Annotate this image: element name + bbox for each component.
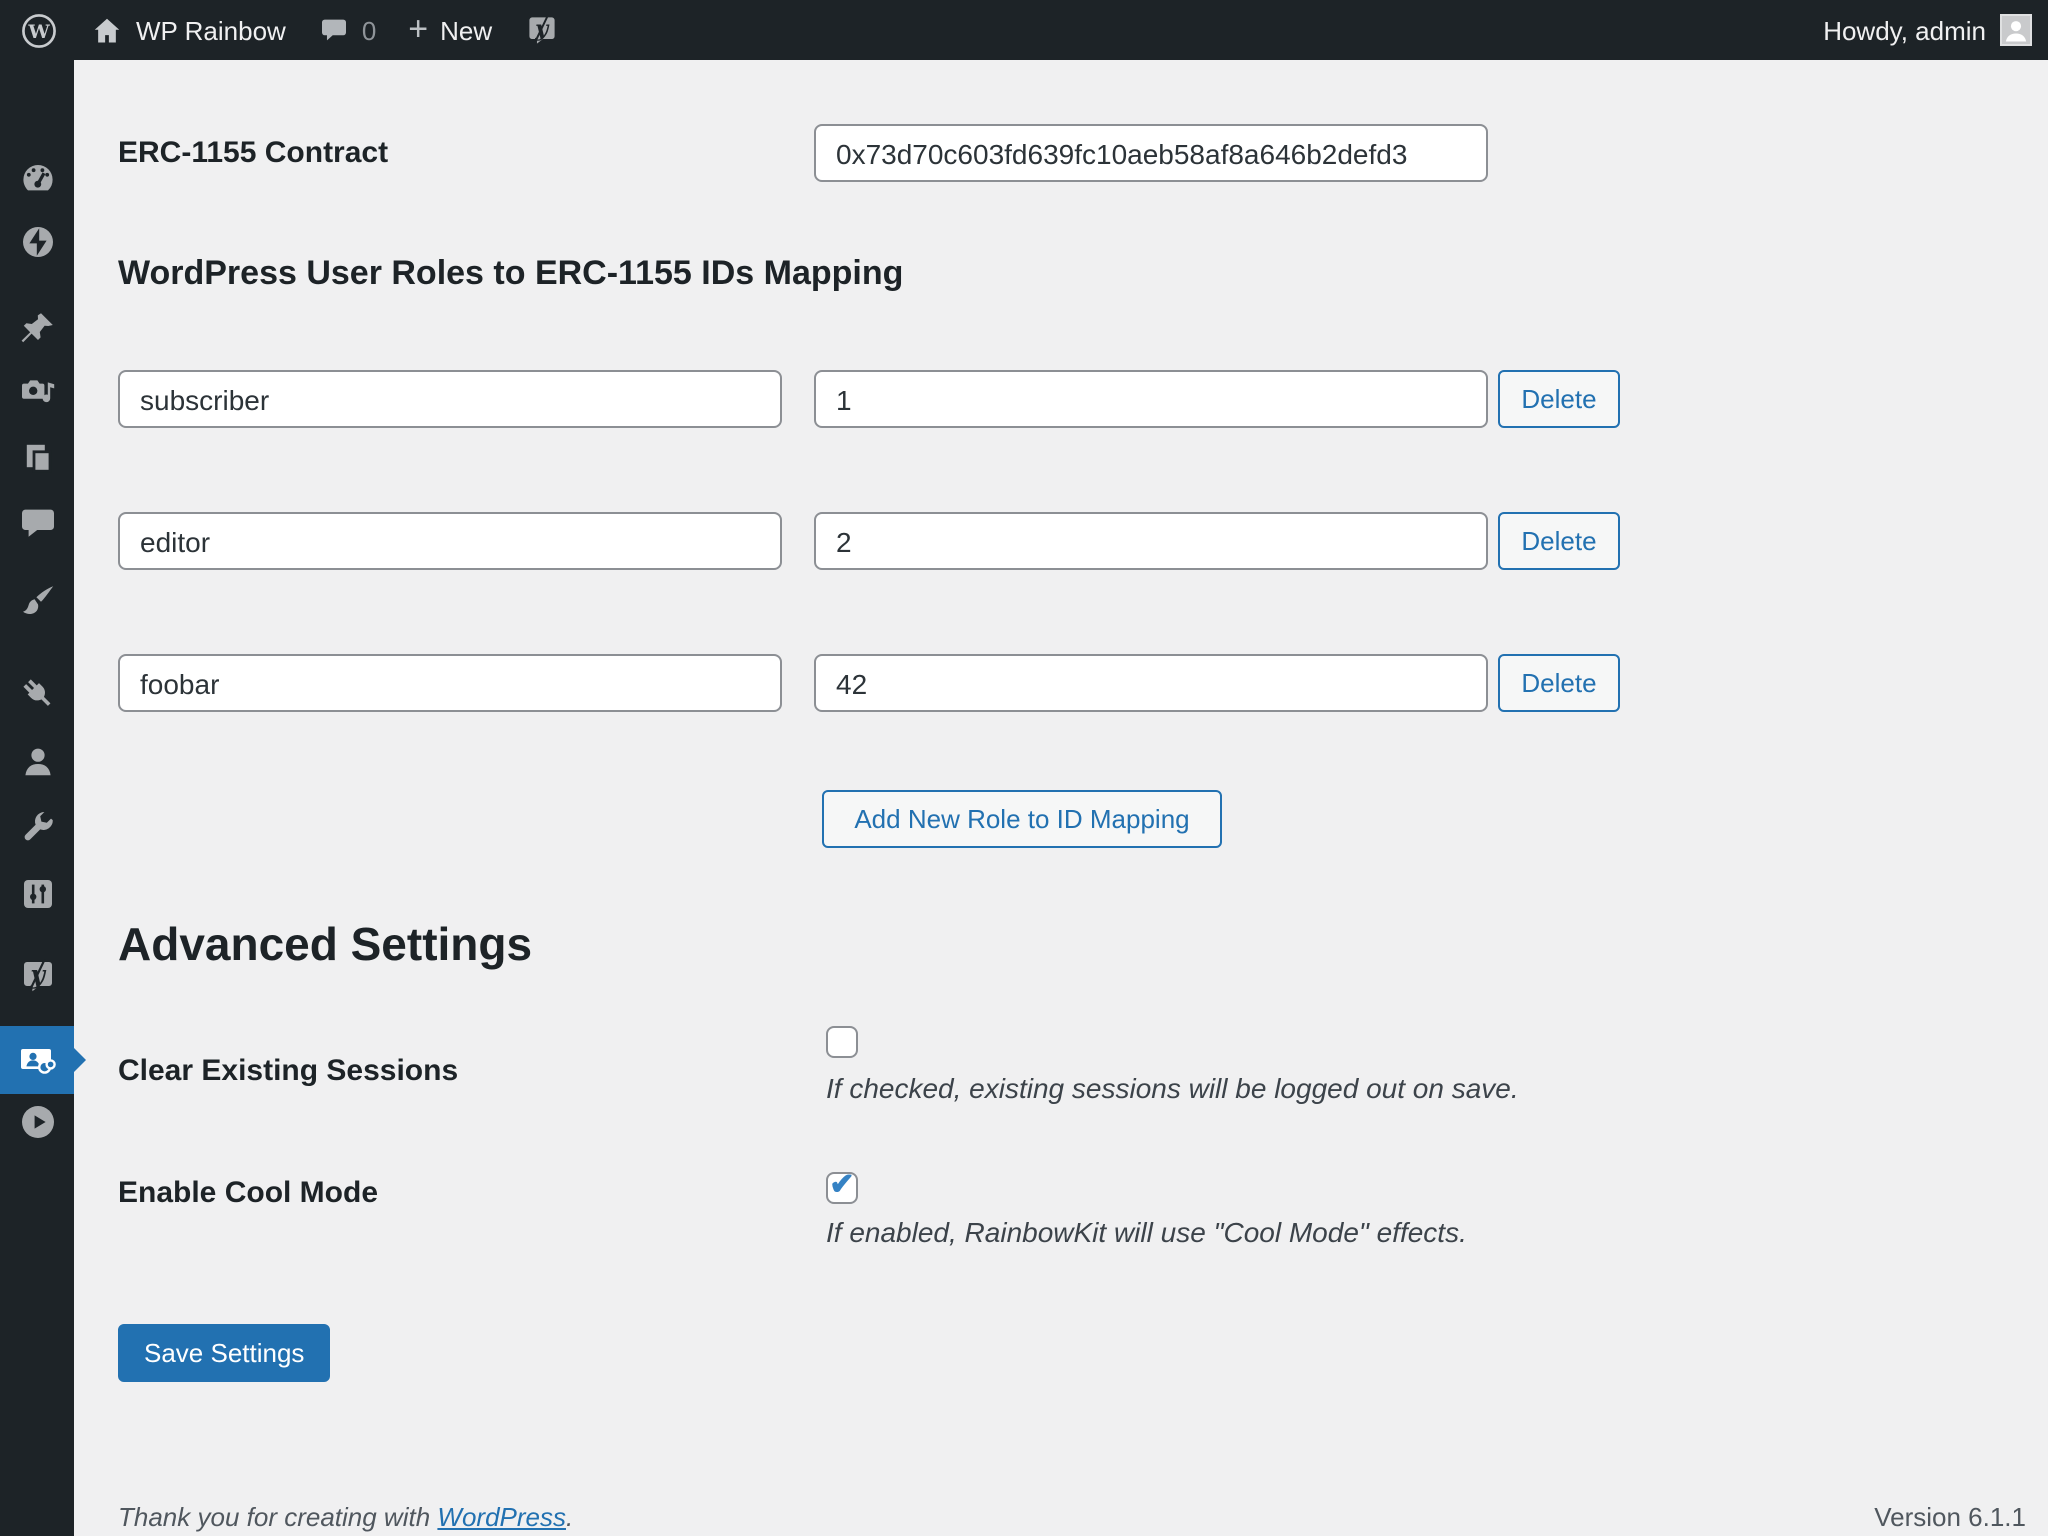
cool-mode-label: Enable Cool Mode [118, 1176, 379, 1210]
clear-sessions-help: If checked, existing sessions will be lo… [826, 1072, 1519, 1104]
sidebar-item-posts[interactable] [0, 294, 74, 362]
wordpress-admin-page: W WP Rainbow 0 + New Howdy, admin ERC-11… [0, 0, 2048, 1536]
sidebar-item-jetpack[interactable] [0, 208, 74, 276]
my-account-menu[interactable]: Howdy, admin [1823, 0, 2048, 60]
yoast-admin-bar-menu[interactable]: y [508, 0, 576, 60]
svg-text:W: W [27, 20, 50, 42]
cool-mode-help: If enabled, RainbowKit will use "Cool Mo… [826, 1216, 1467, 1248]
home-icon [90, 13, 124, 47]
role-id-input[interactable] [814, 370, 1488, 428]
sidebar-item-pages[interactable] [0, 424, 74, 492]
new-label: New [440, 15, 493, 45]
active-menu-arrow-icon [74, 1048, 86, 1072]
sidebar-item-users[interactable] [0, 728, 74, 796]
delete-row-button[interactable]: Delete [1498, 370, 1620, 428]
checkmark-icon: ✔ [829, 1168, 855, 1202]
sidebar-item-plugins[interactable] [0, 660, 74, 728]
role-id-input[interactable] [814, 512, 1488, 570]
sidebar-item-comments[interactable] [0, 488, 74, 556]
site-menu[interactable]: WP Rainbow [74, 0, 302, 60]
sidebar-item-wp-rainbow[interactable] [0, 1026, 86, 1094]
advanced-settings-heading: Advanced Settings [118, 918, 533, 970]
admin-menu-sidebar: y [0, 60, 86, 1536]
wordpress-logo-menu[interactable]: W [0, 0, 74, 60]
delete-row-button[interactable]: Delete [1498, 512, 1620, 570]
new-content-menu[interactable]: + New [392, 0, 508, 60]
comments-menu[interactable]: 0 [302, 0, 392, 60]
avatar [2000, 14, 2032, 46]
role-input[interactable] [118, 370, 782, 428]
cool-mode-checkbox[interactable]: ✔ [826, 1168, 858, 1204]
delete-row-button[interactable]: Delete [1498, 654, 1620, 712]
howdy-text: Howdy, admin [1823, 15, 1986, 45]
sidebar-item-dashboard[interactable] [0, 144, 74, 212]
wordpress-logo-icon: W [20, 11, 58, 49]
comments-count: 0 [361, 15, 377, 45]
footer-thanks-suffix: . [566, 1502, 574, 1532]
sidebar-item-settings[interactable] [0, 860, 74, 928]
plus-icon: + [408, 9, 429, 47]
contract-field-label: ERC-1155 Contract [118, 136, 389, 170]
role-id-input[interactable] [814, 654, 1488, 712]
save-settings-button[interactable]: Save Settings [118, 1324, 331, 1382]
add-mapping-button[interactable]: Add New Role to ID Mapping [822, 790, 1222, 848]
clear-sessions-label: Clear Existing Sessions [118, 1054, 459, 1088]
sidebar-item-videos[interactable] [0, 1088, 74, 1156]
clear-sessions-checkbox[interactable]: ✔ [826, 1026, 858, 1058]
role-input[interactable] [118, 654, 782, 712]
footer-thanks: Thank you for creating with WordPress. [118, 1502, 573, 1532]
sidebar-item-tools[interactable] [0, 794, 74, 862]
footer-thanks-prefix: Thank you for creating with [118, 1502, 438, 1532]
yoast-icon: y [524, 12, 560, 48]
sidebar-item-yoast-seo[interactable]: y [0, 942, 74, 1010]
mapping-section-heading: WordPress User Roles to ERC-1155 IDs Map… [118, 254, 904, 292]
wordpress-link[interactable]: WordPress [437, 1502, 566, 1532]
sidebar-item-media[interactable] [0, 358, 74, 426]
admin-bar: W WP Rainbow 0 + New Howdy, admin [0, 0, 2048, 60]
footer-version: Version 6.1.1 [1874, 1502, 2026, 1532]
comments-bubble-icon [318, 14, 350, 46]
site-name: WP Rainbow [136, 15, 286, 45]
contract-address-input[interactable] [814, 124, 1488, 182]
role-input[interactable] [118, 512, 782, 570]
sidebar-item-appearance[interactable] [0, 566, 74, 634]
